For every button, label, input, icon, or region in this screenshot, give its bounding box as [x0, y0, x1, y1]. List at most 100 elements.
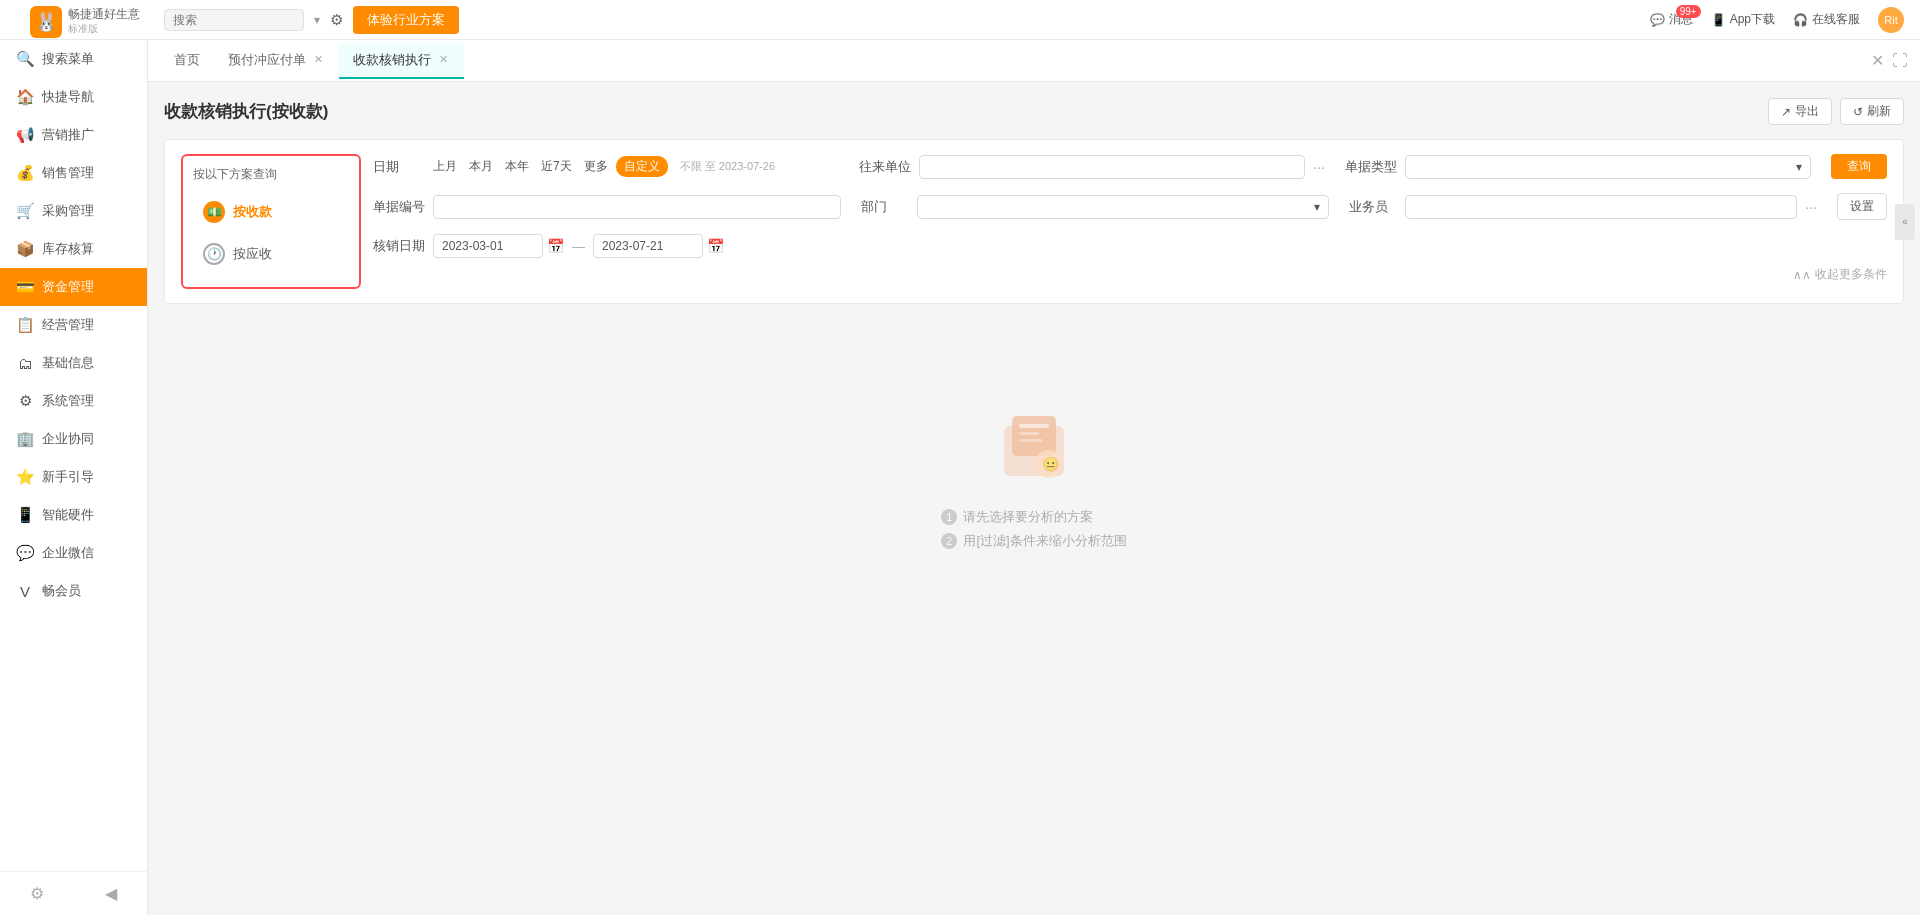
dropdown-chevron-icon[interactable]: ▾ [314, 13, 320, 27]
doctype-chevron-icon: ▾ [1796, 160, 1802, 174]
sidebar-item-wechat[interactable]: 💬 企业微信 [0, 534, 147, 572]
doctype-select[interactable]: ▾ [1405, 155, 1811, 179]
sidebar-item-label: 营销推广 [42, 126, 94, 144]
tab-prepay-offset[interactable]: 预付冲应付单 ✕ [214, 43, 339, 79]
sidebar-item-operations[interactable]: 📋 经营管理 [0, 306, 147, 344]
sidebar-item-search-menu[interactable]: 🔍 搜索菜单 [0, 40, 147, 78]
filter-left-panel: 按以下方案查询 💵 按收款 🕐 按应收 [181, 154, 361, 289]
sidebar-item-collab[interactable]: 🏢 企业协同 [0, 420, 147, 458]
settings-action-group: 设置 [1837, 193, 1887, 220]
salesperson-input[interactable] [1405, 195, 1797, 219]
svg-rect-3 [1019, 432, 1039, 435]
user-avatar[interactable]: Rit [1878, 7, 1904, 33]
date-link-7days[interactable]: 近7天 [537, 156, 576, 177]
filter-option-by-receivable[interactable]: 🕐 按应收 [193, 235, 349, 273]
sidebar-item-member[interactable]: V 畅会员 [0, 572, 147, 610]
smart-hw-icon: 📱 [16, 506, 34, 524]
dept-select[interactable]: ▾ [917, 195, 1329, 219]
counterparty-input[interactable] [919, 155, 1305, 179]
sidebar-item-smart-hw[interactable]: 📱 智能硬件 [0, 496, 147, 534]
counterparty-dots-icon[interactable]: ··· [1313, 159, 1325, 175]
sidebar-item-marketing[interactable]: 📢 营销推广 [0, 116, 147, 154]
search-icon: 🔍 [16, 50, 34, 68]
svg-rect-1 [1012, 416, 1056, 456]
member-icon: V [16, 583, 34, 600]
filter-group-counterparty: 往来单位 ··· [859, 155, 1325, 179]
query-button[interactable]: 查询 [1831, 154, 1887, 179]
basic-info-icon: 🗂 [16, 355, 34, 372]
sidebar-item-sales[interactable]: 💰 销售管理 [0, 154, 147, 192]
tab-home-label: 首页 [174, 51, 200, 69]
sidebar-item-system[interactable]: ⚙ 系统管理 [0, 382, 147, 420]
tab-fullscreen-icon[interactable]: ⛶ [1892, 52, 1908, 70]
empty-tips: 1 请先选择要分析的方案 2 用[过滤]条件来缩小分析范围 [941, 508, 1126, 550]
sidebar-item-inventory[interactable]: 📦 库存核算 [0, 230, 147, 268]
operations-icon: 📋 [16, 316, 34, 334]
industry-solution-button[interactable]: 体验行业方案 [353, 6, 459, 34]
message-btn[interactable]: 💬 消息 99+ [1650, 11, 1693, 28]
date-link-custom[interactable]: 自定义 [616, 156, 668, 177]
refresh-icon: ↺ [1853, 105, 1863, 119]
search-input[interactable] [164, 9, 304, 31]
sidebar-item-basic-info[interactable]: 🗂 基础信息 [0, 344, 147, 382]
sidebar-item-label: 库存核算 [42, 240, 94, 258]
sidebar-item-quick-nav[interactable]: 🏠 快捷导航 [0, 78, 147, 116]
page-header-actions: ↗ 导出 ↺ 刷新 [1768, 98, 1904, 125]
tab-close-all-icon[interactable]: ✕ [1871, 51, 1884, 70]
date-link-this-month[interactable]: 本月 [465, 156, 497, 177]
salesperson-dots-icon[interactable]: ··· [1805, 199, 1817, 215]
tab-home[interactable]: 首页 [160, 43, 214, 79]
settings-gear-icon[interactable]: ⚙ [330, 11, 343, 29]
settings-button[interactable]: 设置 [1837, 193, 1887, 220]
sidebar-item-guide[interactable]: ⭐ 新手引导 [0, 458, 147, 496]
date-label: 日期 [373, 158, 421, 176]
offset-date-start-input[interactable] [433, 234, 543, 258]
calendar-end-icon[interactable]: 📅 [707, 238, 724, 254]
app-download-btn[interactable]: 📱 App下载 [1711, 11, 1775, 28]
export-button[interactable]: ↗ 导出 [1768, 98, 1832, 125]
calendar-start-icon[interactable]: 📅 [547, 238, 564, 254]
date-link-more[interactable]: 更多 [580, 156, 612, 177]
offset-date-start-field: 📅 [433, 234, 564, 258]
brand-name: 畅捷通好生意 [68, 7, 140, 23]
offset-date-label: 核销日期 [373, 237, 425, 255]
sidebar-item-purchase[interactable]: 🛒 采购管理 [0, 192, 147, 230]
tab-receipt-offset[interactable]: 收款核销执行 ✕ [339, 43, 464, 79]
online-service-btn[interactable]: 🎧 在线客服 [1793, 11, 1860, 28]
svg-text:😐: 😐 [1042, 456, 1060, 473]
sidebar-item-label: 企业微信 [42, 544, 94, 562]
tip-text-1: 请先选择要分析的方案 [963, 508, 1093, 526]
offset-date-end-input[interactable] [593, 234, 703, 258]
salesperson-label: 业务员 [1349, 198, 1397, 216]
empty-tip-1: 1 请先选择要分析的方案 [941, 508, 1126, 526]
inventory-icon: 📦 [16, 240, 34, 258]
date-link-last-month[interactable]: 上月 [429, 156, 461, 177]
sidebar-item-finance[interactable]: 💳 资金管理 [0, 268, 147, 306]
page-content: 收款核销执行(按收款) ↗ 导出 ↺ 刷新 按以下 [148, 82, 1920, 915]
receivable-option-label: 按应收 [233, 245, 272, 263]
date-link-this-year[interactable]: 本年 [501, 156, 533, 177]
sidebar-item-label: 采购管理 [42, 202, 94, 220]
collapse-more-button[interactable]: ∧∧ 收起更多条件 [373, 258, 1887, 283]
sidebar-settings-icon[interactable]: ⚙ [22, 880, 52, 907]
tab-bar-actions: ✕ ⛶ [1871, 51, 1908, 70]
filter-right: 日期 上月 本月 本年 近7天 更多 自定义 不 [373, 154, 1887, 289]
filter-left-title: 按以下方案查询 [193, 166, 349, 183]
filter-collapse-button[interactable]: « [1895, 204, 1915, 240]
sidebar-collapse-icon[interactable]: ◀ [97, 880, 125, 907]
doctype-label: 单据类型 [1345, 158, 1397, 176]
top-bar-right: 💬 消息 99+ 📱 App下载 🎧 在线客服 Rit [1650, 7, 1904, 33]
filter-group-salesperson: 业务员 ··· [1349, 195, 1817, 219]
tip-num-2: 2 [941, 533, 957, 549]
tip-num-1: 1 [941, 509, 957, 525]
message-icon: 💬 [1650, 13, 1665, 27]
tab-receipt-close-icon[interactable]: ✕ [437, 53, 450, 66]
filter-option-by-receipt[interactable]: 💵 按收款 [193, 193, 349, 231]
refresh-button[interactable]: ↺ 刷新 [1840, 98, 1904, 125]
date-links: 上月 本月 本年 近7天 更多 自定义 [429, 156, 668, 177]
docno-input[interactable] [433, 195, 841, 219]
sidebar-item-label: 经营管理 [42, 316, 94, 334]
tab-prepay-close-icon[interactable]: ✕ [312, 53, 325, 66]
brand-logo: 🐰 畅捷通好生意 标准版 [16, 0, 154, 46]
filter-row-3: 核销日期 📅 — 📅 [373, 234, 1887, 258]
